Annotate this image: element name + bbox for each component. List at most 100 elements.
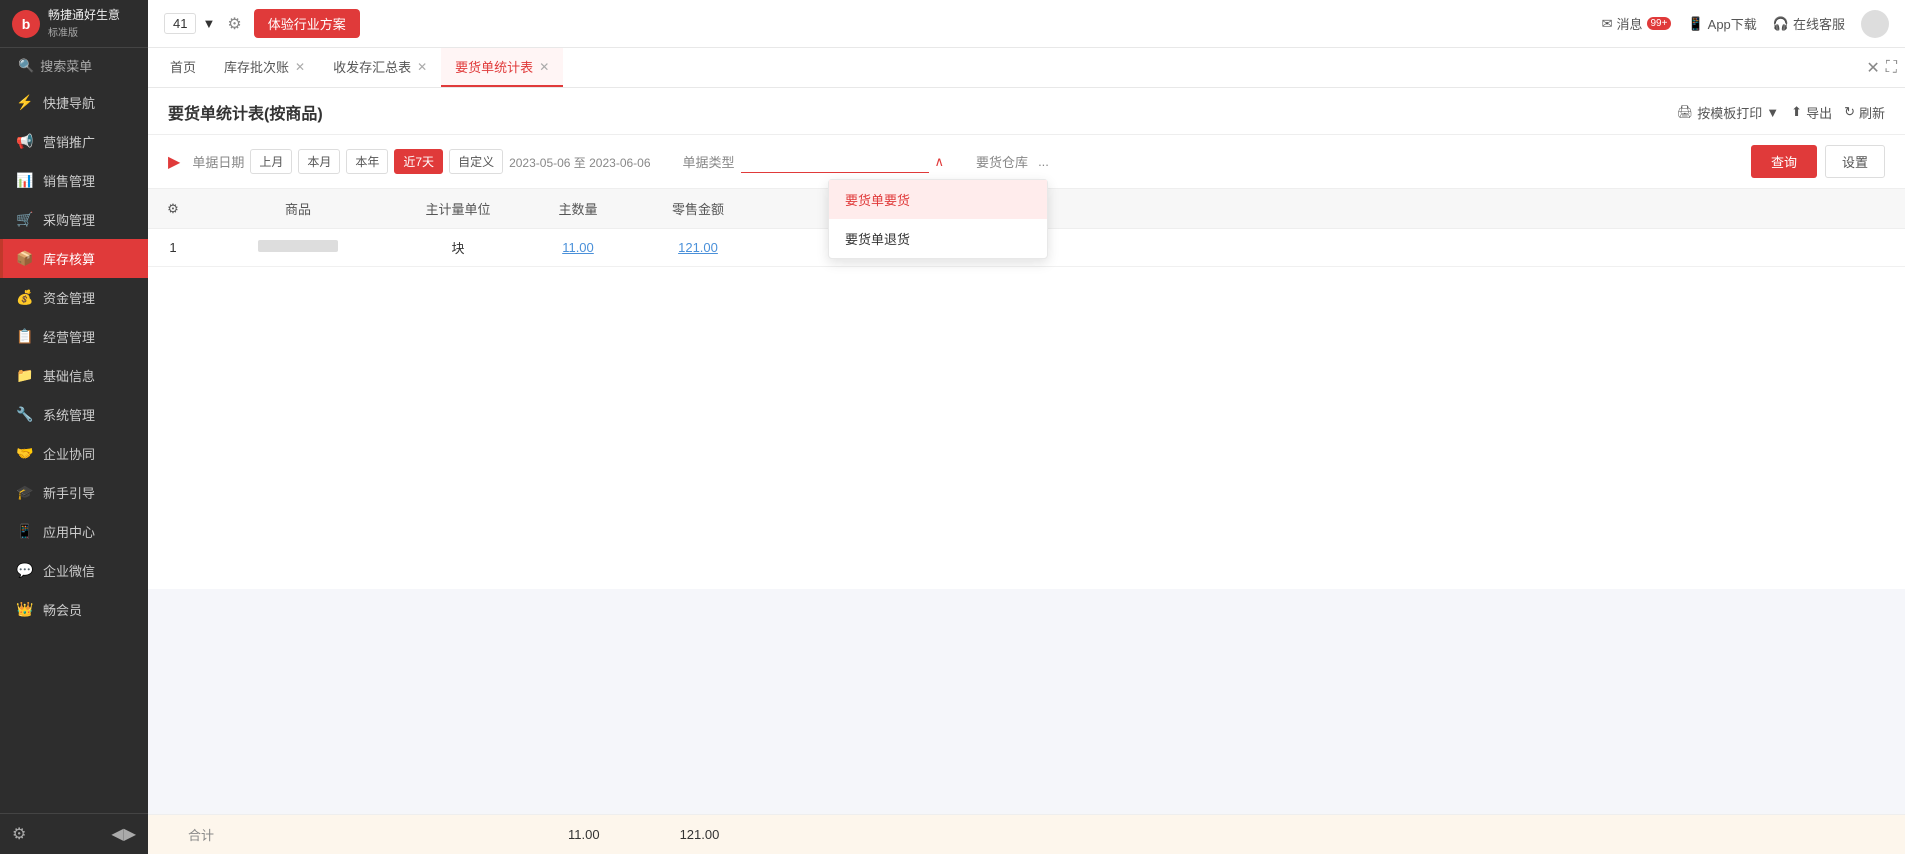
topbar: 41 ▼ ⚙ 体验行业方案 ✉ 消息 99+ 📱 App下载 🎧 在线客服 — [148, 0, 1905, 48]
sidebar-item-label: 采购管理 — [43, 210, 95, 229]
basic-icon: 📁 — [15, 367, 35, 384]
sidebar-search-label: 搜索菜单 — [40, 56, 92, 75]
tabbar-actions: ✕ ⛶ — [1866, 48, 1897, 87]
messages-btn[interactable]: ✉ 消息 99+ — [1602, 14, 1672, 33]
date-custom-btn[interactable]: 自定义 — [449, 149, 503, 174]
date-last-month-btn[interactable]: 上月 — [250, 149, 292, 174]
sidebar-item-label: 基础信息 — [43, 366, 95, 385]
topbar-settings-icon[interactable]: ⚙ — [227, 14, 241, 34]
quantity-link[interactable]: 11.00 — [562, 240, 594, 255]
tab-inventory-batch-close[interactable]: ✕ — [295, 60, 305, 74]
tab-order-stats[interactable]: 要货单统计表 ✕ — [441, 48, 563, 87]
row-amount[interactable]: 121.00 — [638, 229, 758, 267]
cooperation-icon: 🤝 — [15, 445, 35, 462]
col-amount: 零售金额 — [638, 189, 758, 229]
sidebar-item-wechat[interactable]: 💬 企业微信 — [0, 551, 148, 590]
sidebar-item-label: 快捷导航 — [43, 93, 95, 112]
date-filter-group: 单据日期 上月 本月 本年 近7天 自定义 2023-05-06 至 2023-… — [192, 149, 650, 174]
message-icon: ✉ — [1602, 16, 1613, 32]
sidebar-item-vip[interactable]: 👑 畅会员 — [0, 590, 148, 629]
sidebar-item-sales[interactable]: 📊 销售管理 — [0, 161, 148, 200]
store-number: 41 — [164, 13, 196, 34]
type-filter-group: 单据类型 ∧ — [683, 151, 945, 173]
messages-badge: 99+ — [1647, 17, 1672, 30]
search-icon: 🔍 — [18, 58, 34, 74]
filter-actions: 查询 设置 — [1751, 145, 1885, 178]
apps-icon: 📱 — [15, 523, 35, 540]
sidebar-item-marketing[interactable]: 📢 营销推广 — [0, 122, 148, 161]
collapse-icon[interactable]: ◀▶ — [111, 824, 136, 844]
topbar-left: 41 ▼ ⚙ 体验行业方案 — [164, 9, 360, 38]
sidebar-item-basic[interactable]: 📁 基础信息 — [0, 356, 148, 395]
date-this-month-btn[interactable]: 本月 — [298, 149, 340, 174]
query-btn[interactable]: 查询 — [1751, 145, 1817, 178]
close-all-tabs-btn[interactable]: ✕ — [1866, 58, 1879, 78]
dropdown-option-0[interactable]: 要货单要货 — [829, 180, 1047, 219]
tab-order-stats-close[interactable]: ✕ — [539, 60, 549, 74]
export-label: 导出 — [1806, 103, 1832, 122]
sidebar-item-label: 畅会员 — [43, 600, 82, 619]
main-area: 41 ▼ ⚙ 体验行业方案 ✉ 消息 99+ 📱 App下载 🎧 在线客服 — [148, 0, 1905, 854]
tab-recv-summary-close[interactable]: ✕ — [417, 60, 427, 74]
online-service-label: 在线客服 — [1793, 14, 1845, 33]
sidebar-item-purchase[interactable]: 🛒 采购管理 — [0, 200, 148, 239]
print-btn[interactable]: 🖨 按模板打印 ▼ — [1677, 103, 1779, 122]
type-select-input[interactable] — [741, 151, 929, 173]
filter-toggle-btn[interactable]: ▶ — [168, 152, 180, 172]
sales-icon: 📊 — [15, 172, 35, 189]
dropdown-option-1[interactable]: 要货单退货 — [829, 219, 1047, 258]
date-last-7days-btn[interactable]: 近7天 — [394, 149, 443, 174]
sidebar-item-system[interactable]: 🔧 系统管理 — [0, 395, 148, 434]
sidebar-item-finance[interactable]: 💰 资金管理 — [0, 278, 148, 317]
user-avatar[interactable] — [1861, 10, 1889, 38]
expand-tab-btn[interactable]: ⛶ — [1886, 59, 1897, 77]
page-header: 要货单统计表(按商品) 🖨 按模板打印 ▼ ⬆ 导出 ↻ 刷新 — [148, 88, 1905, 135]
sidebar-item-inventory[interactable]: 📦 库存核算 — [0, 239, 148, 278]
footer-label: 合计 — [188, 825, 388, 844]
date-this-year-btn[interactable]: 本年 — [346, 149, 388, 174]
store-dropdown-arrow: ▼ — [202, 16, 215, 31]
col-quantity: 主数量 — [518, 189, 638, 229]
sidebar-item-quick-nav[interactable]: ⚡ 快捷导航 — [0, 83, 148, 122]
wechat-icon: 💬 — [15, 562, 35, 579]
tabbar: 首页 库存批次账 ✕ 收发存汇总表 ✕ 要货单统计表 ✕ ✕ ⛶ — [148, 48, 1905, 88]
sidebar-item-cooperation[interactable]: 🤝 企业协同 — [0, 434, 148, 473]
guide-icon: 🎓 — [15, 484, 35, 501]
trial-btn[interactable]: 体验行业方案 — [254, 9, 360, 38]
messages-label: 消息 — [1616, 14, 1642, 33]
row-quantity[interactable]: 11.00 — [518, 229, 638, 267]
type-dropdown-arrow[interactable]: ∧ — [935, 154, 945, 170]
page-title: 要货单统计表(按商品) — [168, 100, 323, 124]
row-unit: 块 — [398, 229, 518, 267]
export-btn[interactable]: ⬆ 导出 — [1791, 103, 1832, 122]
sidebar-search[interactable]: 🔍 搜索菜单 — [0, 48, 148, 83]
sidebar-item-label: 系统管理 — [43, 405, 95, 424]
filter-bar: ▶ 单据日期 上月 本月 本年 近7天 自定义 2023-05-06 至 202… — [148, 135, 1905, 189]
app-download-btn[interactable]: 📱 App下载 — [1687, 14, 1756, 33]
tab-recv-summary[interactable]: 收发存汇总表 ✕ — [319, 48, 441, 87]
sidebar-item-operations[interactable]: 📋 经营管理 — [0, 317, 148, 356]
page-actions: 🖨 按模板打印 ▼ ⬆ 导出 ↻ 刷新 — [1677, 103, 1885, 122]
sidebar-item-label: 资金管理 — [43, 288, 95, 307]
logo-text: 畅捷通好生意 — [48, 8, 120, 24]
vip-icon: 👑 — [15, 601, 35, 618]
row-index: 1 — [148, 229, 198, 267]
tab-inventory-batch[interactable]: 库存批次账 ✕ — [210, 48, 319, 87]
amount-link[interactable]: 121.00 — [678, 240, 718, 255]
marketing-icon: 📢 — [15, 133, 35, 150]
tab-home-label: 首页 — [170, 57, 196, 76]
sidebar-item-guide[interactable]: 🎓 新手引导 — [0, 473, 148, 512]
app-download-label: App下载 — [1708, 14, 1757, 33]
filter-settings-btn[interactable]: 设置 — [1825, 145, 1885, 178]
table-settings-icon[interactable]: ⚙ — [167, 201, 179, 216]
type-label: 单据类型 — [683, 152, 735, 171]
store-selector[interactable]: 41 ▼ — [164, 13, 215, 34]
print-icon: 🖨 — [1677, 104, 1694, 120]
sidebar-item-apps[interactable]: 📱 应用中心 — [0, 512, 148, 551]
refresh-btn[interactable]: ↻ 刷新 — [1844, 103, 1885, 122]
topbar-right: ✉ 消息 99+ 📱 App下载 🎧 在线客服 — [1602, 10, 1889, 38]
tab-home[interactable]: 首页 — [156, 48, 210, 87]
settings-footer-icon[interactable]: ⚙ — [12, 824, 26, 844]
warehouse-more-icon[interactable]: ... — [1038, 154, 1049, 169]
online-service-btn[interactable]: 🎧 在线客服 — [1773, 14, 1845, 33]
